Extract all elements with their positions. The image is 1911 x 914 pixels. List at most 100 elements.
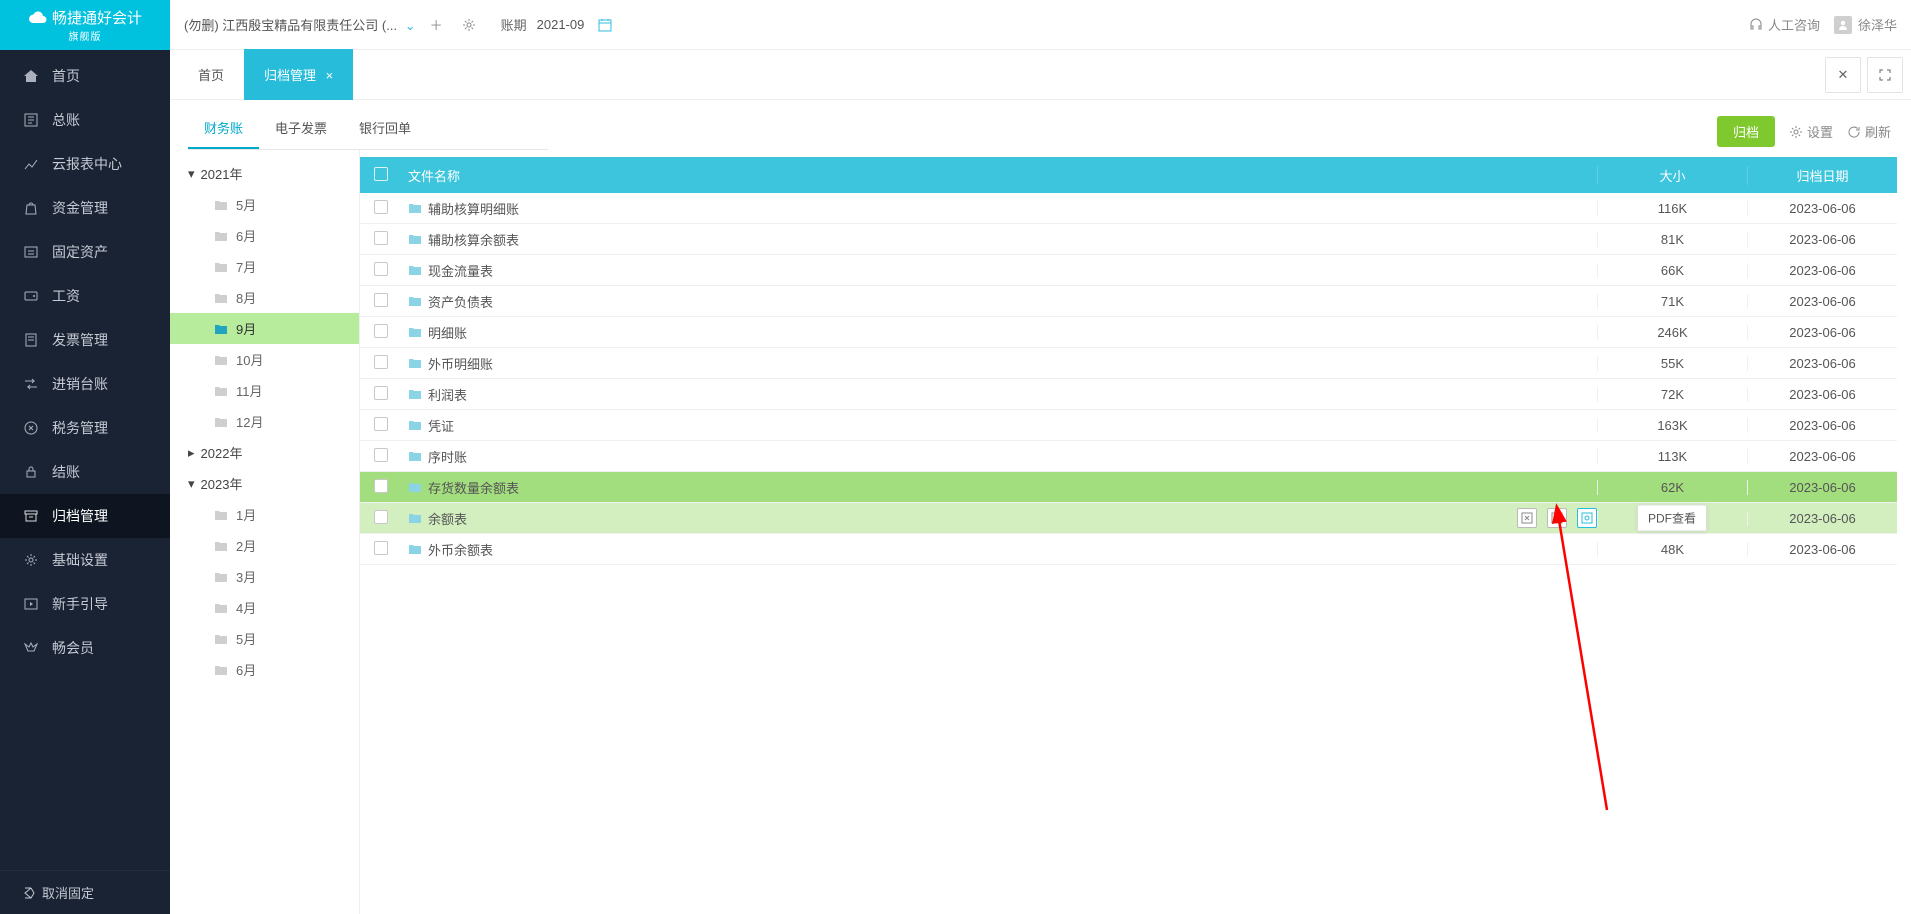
view-pdf-button[interactable]	[1577, 508, 1597, 528]
table-row[interactable]: 资产负债表71K2023-06-06	[360, 286, 1897, 317]
period-value[interactable]: 2021-09	[537, 17, 585, 32]
table-row[interactable]: 存货数量余额表62K2023-06-06	[360, 472, 1897, 503]
download-pdf-button[interactable]	[1547, 508, 1567, 528]
tree-month[interactable]: 9月	[170, 313, 359, 344]
refresh-icon	[1847, 125, 1861, 139]
nav-label: 基础设置	[52, 550, 108, 570]
nav: 首页 总账 云报表中心 资金管理 固定资产 工资 发票管理 进销台账 税务管理 …	[0, 50, 170, 870]
row-checkbox[interactable]	[374, 479, 388, 493]
select-all-checkbox[interactable]	[374, 167, 388, 181]
folder-icon	[408, 543, 422, 555]
row-checkbox[interactable]	[374, 510, 388, 524]
table-row[interactable]: 序时账113K2023-06-06	[360, 441, 1897, 472]
nav-close[interactable]: 结账	[0, 450, 170, 494]
tab-home[interactable]: 首页	[178, 49, 244, 100]
tree-year-2021[interactable]: ▾ 2021年	[170, 158, 359, 189]
row-checkbox[interactable]	[374, 448, 388, 462]
row-checkbox[interactable]	[374, 417, 388, 431]
folder-icon	[214, 602, 228, 614]
nav-salary[interactable]: 工资	[0, 274, 170, 318]
table-row[interactable]: 明细账246K2023-06-06	[360, 317, 1897, 348]
row-checkbox[interactable]	[374, 355, 388, 369]
tree-panel: 财务账 电子发票 银行回单 ▾ 2021年 5月6月7月8月9月10月11月12…	[170, 110, 360, 914]
invoice-icon	[22, 331, 40, 349]
tree-month[interactable]: 6月	[170, 654, 359, 685]
nav-home[interactable]: 首页	[0, 54, 170, 98]
file-name: 序时账	[428, 447, 467, 466]
tree-month[interactable]: 8月	[170, 282, 359, 313]
nav-assets[interactable]: 固定资产	[0, 230, 170, 274]
row-checkbox[interactable]	[374, 231, 388, 245]
archive-date: 2023-06-06	[1747, 387, 1897, 402]
nav-archive[interactable]: 归档管理	[0, 494, 170, 538]
file-name: 凭证	[428, 416, 454, 435]
row-checkbox[interactable]	[374, 200, 388, 214]
nav-invoice[interactable]: 发票管理	[0, 318, 170, 362]
tree-month[interactable]: 11月	[170, 375, 359, 406]
subtab-finance[interactable]: 财务账	[188, 108, 259, 149]
row-checkbox[interactable]	[374, 293, 388, 307]
file-size: 72K	[1597, 387, 1747, 402]
month-label: 12月	[236, 412, 263, 431]
company-selector[interactable]: (勿删) 江西殷宝精品有限责任公司 (... ⌄	[184, 15, 416, 34]
sidebar-unpin[interactable]: 取消固定	[0, 870, 170, 914]
add-company-button[interactable]: ＋	[426, 11, 447, 38]
subtab-einvoice[interactable]: 电子发票	[259, 108, 343, 149]
close-all-button[interactable]: ✕	[1825, 57, 1861, 93]
nav-tax[interactable]: 税务管理	[0, 406, 170, 450]
tab-archive[interactable]: 归档管理 ×	[244, 49, 353, 100]
close-icon[interactable]: ×	[326, 68, 334, 83]
tree-month[interactable]: 1月	[170, 499, 359, 530]
archive-date: 2023-06-06	[1747, 325, 1897, 340]
tree-year-2022[interactable]: ▸ 2022年	[170, 437, 359, 468]
nav-funds[interactable]: 资金管理	[0, 186, 170, 230]
tree-month[interactable]: 4月	[170, 592, 359, 623]
row-checkbox[interactable]	[374, 262, 388, 276]
consult-link[interactable]: 人工咨询	[1748, 15, 1820, 34]
row-checkbox[interactable]	[374, 541, 388, 555]
table-row[interactable]: 辅助核算明细账116K2023-06-06	[360, 193, 1897, 224]
archive-date: 2023-06-06	[1747, 511, 1897, 526]
archive-date: 2023-06-06	[1747, 201, 1897, 216]
folder-icon	[408, 450, 422, 462]
table-row[interactable]: 余额表3K2023-06-06PDF查看	[360, 503, 1897, 534]
year-label: 2021年	[201, 164, 243, 183]
nav-reports[interactable]: 云报表中心	[0, 142, 170, 186]
company-settings-button[interactable]	[457, 13, 481, 37]
subtab-bank[interactable]: 银行回单	[343, 108, 427, 149]
calendar-icon[interactable]	[598, 18, 612, 32]
nav-member[interactable]: 畅会员	[0, 626, 170, 670]
table-row[interactable]: 辅助核算余额表81K2023-06-06	[360, 224, 1897, 255]
table-row[interactable]: 外币明细账55K2023-06-06	[360, 348, 1897, 379]
toolbar: 归档 设置 刷新	[360, 110, 1897, 157]
tree-month[interactable]: 5月	[170, 623, 359, 654]
user-menu[interactable]: 徐泽华	[1834, 15, 1897, 34]
download-excel-button[interactable]	[1517, 508, 1537, 528]
table-row[interactable]: 凭证163K2023-06-06	[360, 410, 1897, 441]
month-label: 2月	[236, 536, 256, 555]
tree-month[interactable]: 5月	[170, 189, 359, 220]
row-checkbox[interactable]	[374, 386, 388, 400]
table-row[interactable]: 现金流量表66K2023-06-06	[360, 255, 1897, 286]
table-row[interactable]: 外币余额表48K2023-06-06	[360, 534, 1897, 565]
nav-basic[interactable]: 基础设置	[0, 538, 170, 582]
tree-month[interactable]: 2月	[170, 530, 359, 561]
tree-month[interactable]: 10月	[170, 344, 359, 375]
nav-ledger[interactable]: 总账	[0, 98, 170, 142]
row-checkbox[interactable]	[374, 324, 388, 338]
refresh-link[interactable]: 刷新	[1847, 122, 1891, 141]
fullscreen-button[interactable]	[1867, 57, 1903, 93]
tree-month[interactable]: 12月	[170, 406, 359, 437]
nav-guide[interactable]: 新手引导	[0, 582, 170, 626]
nav-inout[interactable]: 进销台账	[0, 362, 170, 406]
tree-year-2023[interactable]: ▾ 2023年	[170, 468, 359, 499]
archive-button[interactable]: 归档	[1717, 116, 1775, 147]
file-name: 存货数量余额表	[428, 478, 519, 497]
table-row[interactable]: 利润表72K2023-06-06	[360, 379, 1897, 410]
tree-month[interactable]: 7月	[170, 251, 359, 282]
settings-link[interactable]: 设置	[1789, 122, 1833, 141]
tree-month[interactable]: 3月	[170, 561, 359, 592]
tree-month[interactable]: 6月	[170, 220, 359, 251]
month-label: 9月	[236, 319, 256, 338]
link-label: 刷新	[1865, 122, 1891, 141]
